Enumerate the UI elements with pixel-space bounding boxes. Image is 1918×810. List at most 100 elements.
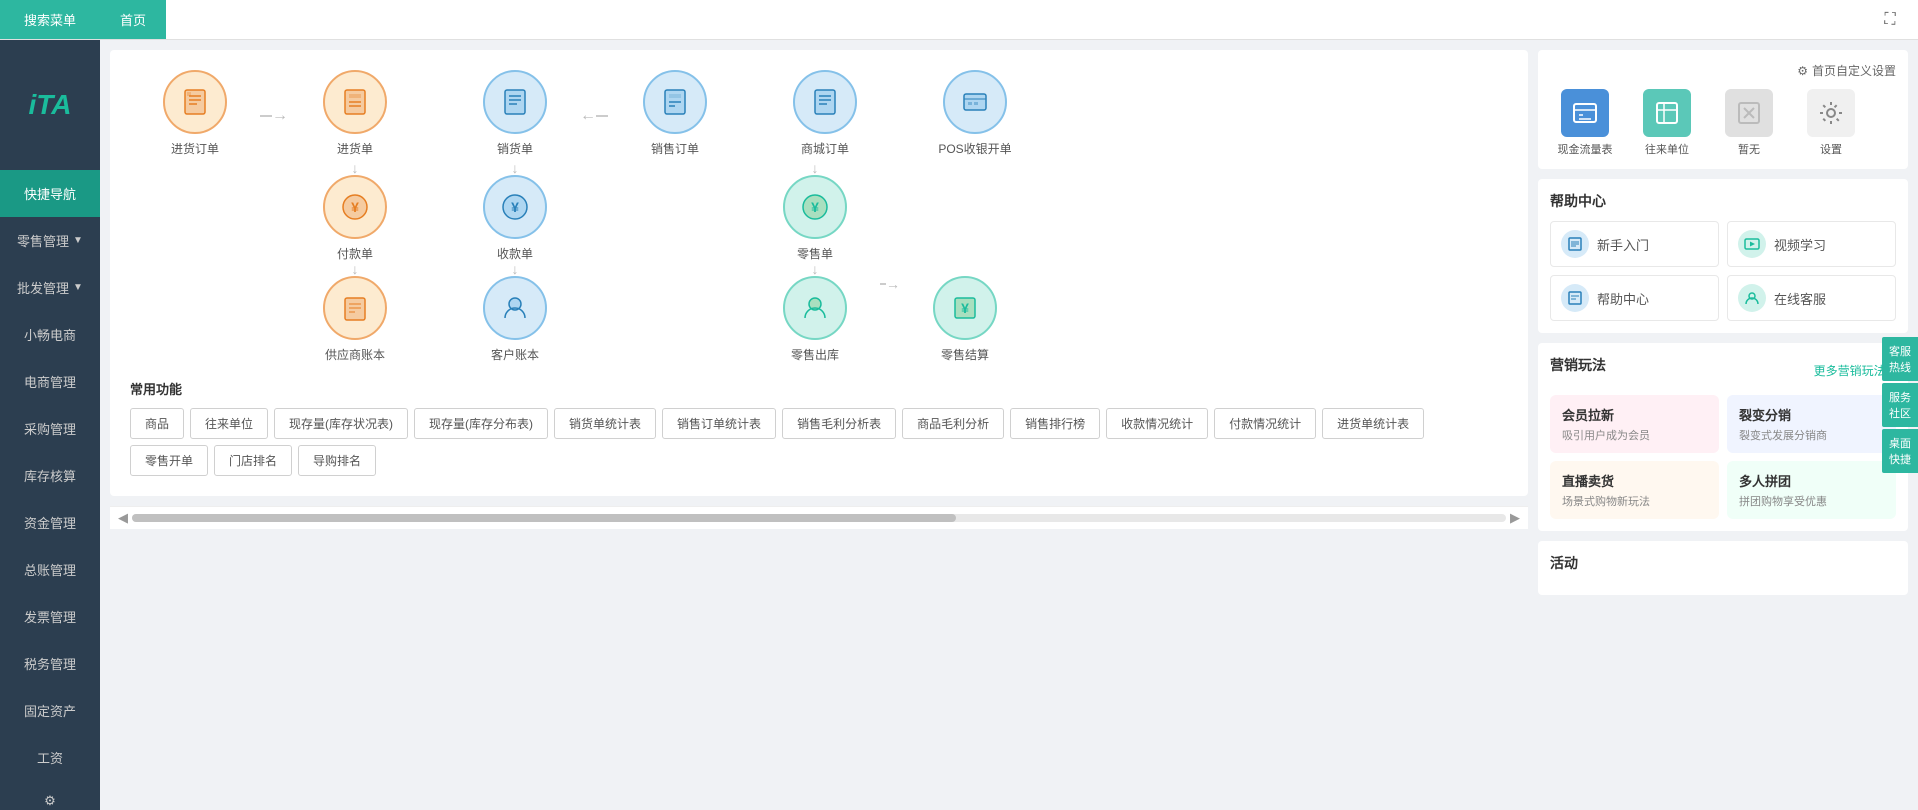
func-btn-units[interactable]: 往来单位 [190, 408, 268, 439]
common-functions-title: 常用功能 [130, 379, 1508, 398]
bottom-scrollbar: ◀ ▶ [110, 506, 1528, 529]
flow-node-sales[interactable]: 销货单 [450, 70, 580, 157]
gear-icon: ⚙ [44, 793, 56, 808]
qa-settings-button[interactable]: ⚙ 首页自定义设置 [1797, 62, 1896, 79]
help-center-card: 帮助中心 新手入门 视频学习 [1538, 179, 1908, 333]
flow-label-customer-book[interactable]: 客户账本 [491, 346, 539, 363]
float-btn-service[interactable]: 客服热线 [1882, 337, 1918, 381]
qa-item-settings[interactable]: 设置 [1796, 89, 1866, 157]
sidebar-item-retail[interactable]: 零售管理 ▼ [0, 217, 100, 264]
top-right-area: ⛶ [1878, 8, 1918, 32]
sidebar-item-finance[interactable]: 资金管理 [0, 499, 100, 546]
func-btn-stock-status[interactable]: 现存量(库存状况表) [274, 408, 408, 439]
float-btn-community[interactable]: 服务社区 [1882, 383, 1918, 427]
help-item-video[interactable]: 视频学习 [1727, 221, 1896, 267]
search-menu-button[interactable]: 搜索菜单 [0, 0, 100, 39]
help-item-beginner[interactable]: 新手入门 [1550, 221, 1719, 267]
flow-label-mall-order: 商城订单 [801, 140, 849, 157]
help-icon-helpcenter [1561, 284, 1589, 312]
sidebar-item-wholesale[interactable]: 批发管理 ▼ [0, 264, 100, 311]
sidebar-item-purchase[interactable]: 采购管理 [0, 405, 100, 452]
marketing-item-member[interactable]: 会员拉新 吸引用户成为会员 [1550, 395, 1719, 453]
arrow-retail-settle: → [880, 276, 900, 292]
sidebar-item-salary[interactable]: 工资 [0, 734, 100, 781]
flow-label-retail[interactable]: 零售单 [797, 245, 833, 262]
func-btn-receipt-stat[interactable]: 收款情况统计 [1106, 408, 1208, 439]
home-tab[interactable]: 首页 [100, 0, 166, 39]
flow-label-purchase-order: 进货订单 [171, 140, 219, 157]
qa-item-none[interactable]: 暂无 [1714, 89, 1784, 157]
chevron-down-icon: ▼ [73, 235, 83, 246]
down-arrow-purchase: ↓ [352, 161, 359, 175]
arrow-1-2: → [260, 107, 290, 125]
activity-title: 活动 [1550, 553, 1896, 573]
flow-label-supplier-book[interactable]: 供应商账本 [325, 346, 385, 363]
chevron-down-icon: ▼ [73, 282, 83, 293]
func-btn-retail-order[interactable]: 零售开单 [130, 445, 208, 476]
help-item-service[interactable]: 在线客服 [1727, 275, 1896, 321]
quick-access-card: ⚙ 首页自定义设置 现金流量表 往来单位 [1538, 50, 1908, 169]
sidebar-item-quick-nav[interactable]: 快捷导航 [0, 170, 100, 217]
qa-icon-units [1643, 89, 1691, 137]
func-btn-goods[interactable]: 商品 [130, 408, 184, 439]
flow-label-pos: POS收银开单 [938, 140, 1011, 157]
logo-text: iTA [28, 89, 71, 121]
func-btn-sales-profit[interactable]: 销售毛利分析表 [782, 408, 896, 439]
flow-label-retail-settle[interactable]: 零售结算 [941, 346, 989, 363]
flow-label-receipt[interactable]: 收款单 [497, 245, 533, 262]
flow-node-pos[interactable]: POS收银开单 [910, 70, 1040, 157]
flow-label-sales: 销货单 [497, 140, 533, 157]
sidebar-item-ecommerce[interactable]: 小畅电商 [0, 311, 100, 358]
qa-icon-settings [1807, 89, 1855, 137]
qa-header: ⚙ 首页自定义设置 [1550, 62, 1896, 79]
func-btn-stock-dist[interactable]: 现存量(库存分布表) [414, 408, 548, 439]
help-item-helpcenter[interactable]: 帮助中心 [1550, 275, 1719, 321]
fullscreen-button[interactable]: ⛶ [1878, 8, 1902, 32]
float-btn-desktop[interactable]: 桌面快捷 [1882, 429, 1918, 473]
sidebar-item-assets[interactable]: 固定资产 [0, 687, 100, 734]
help-icon-beginner [1561, 230, 1589, 258]
down-arrow-mall: ↓ [812, 161, 819, 175]
scroll-right-arrow[interactable]: ▶ [1510, 510, 1520, 526]
flow-node-mall-order[interactable]: 商城订单 [760, 70, 890, 157]
func-btn-sales-stat[interactable]: 销货单统计表 [554, 408, 656, 439]
sidebar-item-ecom-manage[interactable]: 电商管理 [0, 358, 100, 405]
qa-item-units[interactable]: 往来单位 [1632, 89, 1702, 157]
top-bar: 搜索菜单 首页 ⛶ [0, 0, 1918, 40]
svg-text:¥: ¥ [351, 199, 359, 215]
activity-card: 活动 [1538, 541, 1908, 595]
marketing-grid: 会员拉新 吸引用户成为会员 裂变分销 裂变式发展分销商 直播卖货 场景式购物新玩… [1550, 395, 1896, 519]
svg-text:¥: ¥ [961, 300, 969, 316]
scroll-left-arrow[interactable]: ◀ [118, 510, 128, 526]
flow-label-sales-order: 销售订单 [651, 140, 699, 157]
flow-node-purchase[interactable]: 进货单 [290, 70, 420, 157]
down-arrow-receipt: ↓ [512, 262, 519, 276]
func-btn-payment-stat[interactable]: 付款情况统计 [1214, 408, 1316, 439]
marketing-item-group[interactable]: 多人拼团 拼团购物享受优惠 [1727, 461, 1896, 519]
flow-label-retail-out[interactable]: 零售出库 [791, 346, 839, 363]
func-buttons-grid: 商品 往来单位 现存量(库存状况表) 现存量(库存分布表) 销货单统计表 销售订… [130, 408, 1508, 476]
qa-item-cashflow[interactable]: 现金流量表 [1550, 89, 1620, 157]
logo-area: iTA [0, 40, 100, 170]
flow-label-payment[interactable]: 付款单 [337, 245, 373, 262]
func-btn-sales-order-stat[interactable]: 销售订单统计表 [662, 408, 776, 439]
sidebar-item-ledger[interactable]: 总账管理 [0, 546, 100, 593]
marketing-item-fission[interactable]: 裂变分销 裂变式发展分销商 [1727, 395, 1896, 453]
marketing-card: 营销玩法 更多营销玩法 > 会员拉新 吸引用户成为会员 裂变分销 裂变式发展分销… [1538, 343, 1908, 531]
func-btn-guide-rank[interactable]: 导购排名 [298, 445, 376, 476]
flow-node-sales-order[interactable]: 销售订单 [610, 70, 740, 157]
sidebar: iTA 快捷导航 零售管理 ▼ 批发管理 ▼ 小畅电商 电商管理 采购管理 库存… [0, 40, 100, 810]
flow-node-purchase-order[interactable]: 进货订单 [130, 70, 260, 157]
sidebar-settings-button[interactable]: ⚙ [0, 781, 100, 810]
right-panel: ⚙ 首页自定义设置 现金流量表 往来单位 [1538, 40, 1918, 810]
func-btn-sales-rank[interactable]: 销售排行榜 [1010, 408, 1100, 439]
func-btn-goods-profit[interactable]: 商品毛利分析 [902, 408, 1004, 439]
func-btn-store-rank[interactable]: 门店排名 [214, 445, 292, 476]
marketing-item-live[interactable]: 直播卖货 场景式购物新玩法 [1550, 461, 1719, 519]
common-functions: 常用功能 商品 往来单位 现存量(库存状况表) 现存量(库存分布表) 销货单统计… [130, 379, 1508, 476]
func-btn-purchase-stat[interactable]: 进货单统计表 [1322, 408, 1424, 439]
sidebar-item-inventory[interactable]: 库存核算 [0, 452, 100, 499]
scroll-track[interactable] [132, 514, 1506, 522]
sidebar-item-tax[interactable]: 税务管理 [0, 640, 100, 687]
sidebar-item-invoice[interactable]: 发票管理 [0, 593, 100, 640]
